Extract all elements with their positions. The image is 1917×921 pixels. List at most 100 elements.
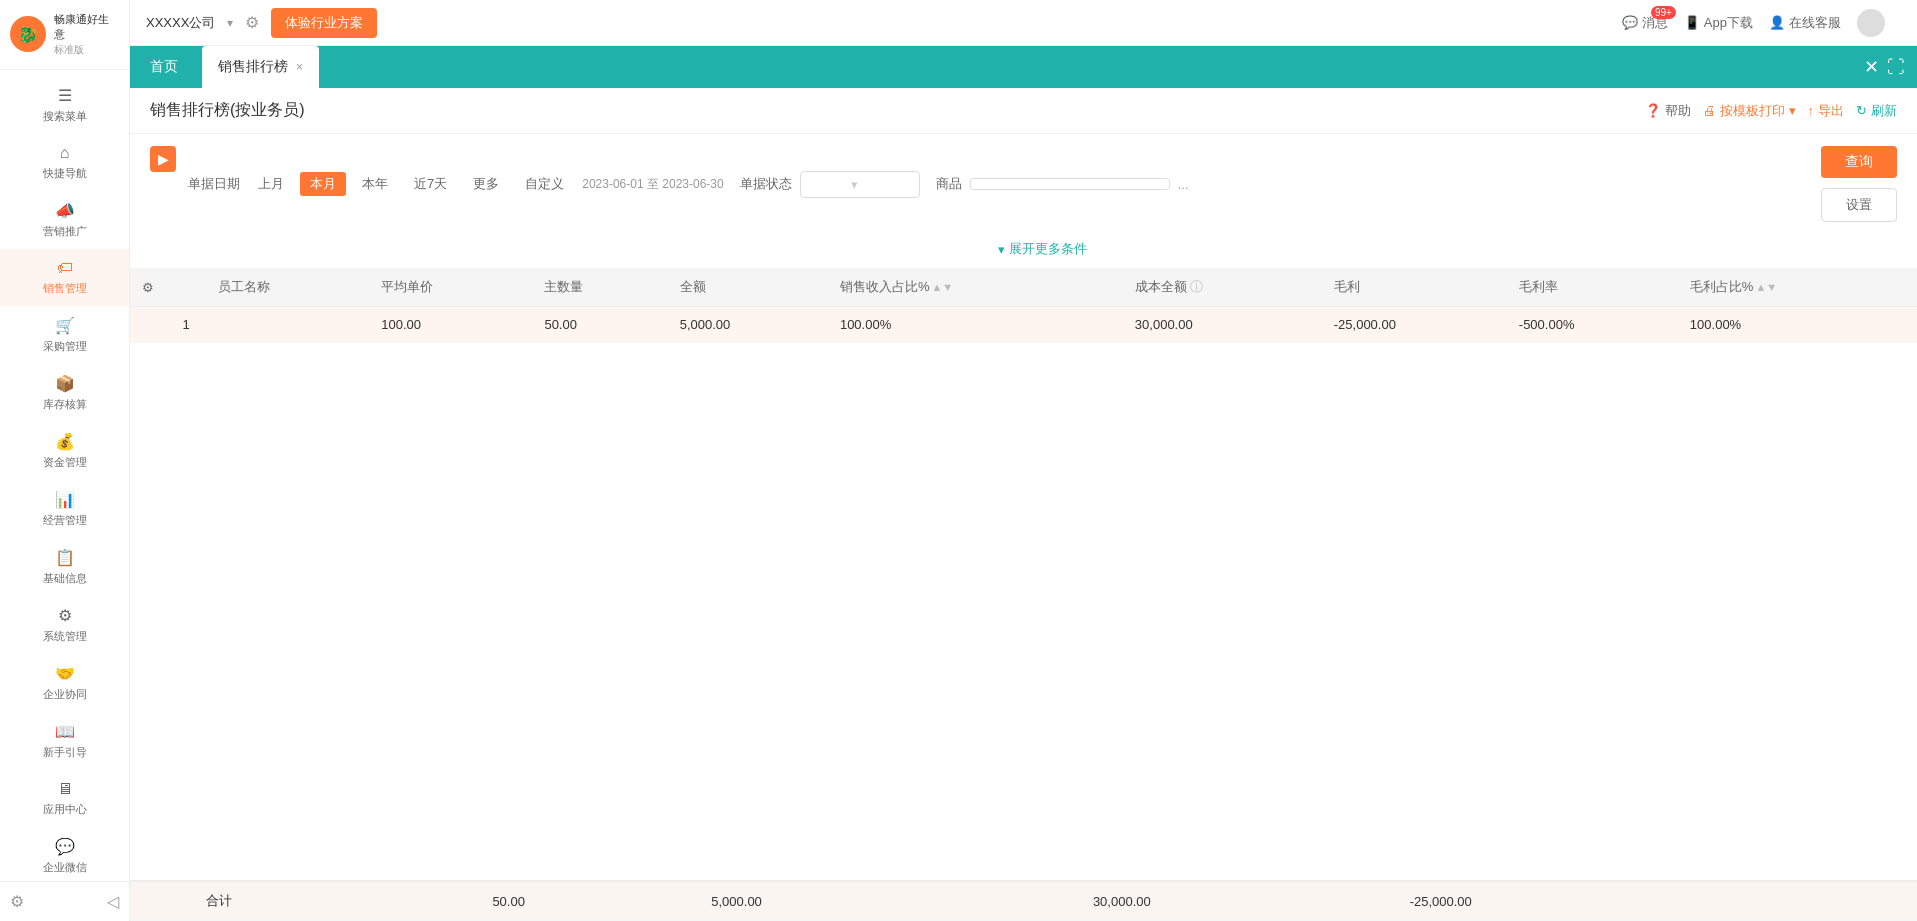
sidebar-item-basic[interactable]: 📋 基础信息 (0, 538, 129, 596)
date-label: 单据日期 (188, 175, 240, 193)
collapse-icon[interactable]: ◁ (107, 892, 119, 911)
export-label: 导出 (1818, 102, 1844, 120)
print-button[interactable]: 🖨 按模板打印 ▾ (1703, 102, 1796, 120)
more-button[interactable]: ... (1178, 177, 1189, 192)
message-icon: 💬 (1622, 15, 1638, 30)
row-profit-rate: -500.00% (1507, 307, 1678, 343)
date-option-thisyear[interactable]: 本年 (352, 172, 398, 196)
tab-maximize-button[interactable]: ⛶ (1887, 57, 1905, 78)
footer-amount: 5,000.00 (699, 882, 988, 921)
home-icon: ⌂ (60, 144, 70, 162)
row-main-qty: 50.00 (532, 307, 667, 343)
sidebar-item-search[interactable]: ☰ 搜索菜单 (0, 76, 129, 134)
marketing-icon: 📣 (55, 201, 75, 220)
online-service-link[interactable]: 👤 在线客服 (1769, 14, 1841, 32)
tab-close-icon[interactable]: × (296, 60, 303, 74)
sidebar-item-inventory[interactable]: 📦 库存核算 (0, 364, 129, 422)
company-dropdown-icon[interactable]: ▾ (227, 16, 233, 30)
footer-main-qty: 50.00 (480, 882, 699, 921)
logo-text-group: 畅康通好生意 标准版 (54, 12, 119, 57)
tab-close-window-button[interactable]: ✕ (1864, 56, 1879, 78)
col-header-amount: 全额 (668, 268, 828, 307)
goods-input[interactable] (970, 178, 1170, 190)
settings-button[interactable]: 设置 (1821, 188, 1897, 222)
sidebar-label-purchase: 采购管理 (43, 339, 87, 354)
expand-more-row: ▾ 展开更多条件 (188, 232, 1897, 258)
date-option-thismonth[interactable]: 本月 (300, 172, 346, 196)
sidebar-item-wechat[interactable]: 💬 企业微信 (0, 827, 129, 881)
experience-button[interactable]: 体验行业方案 (271, 8, 377, 38)
logo-sub-text: 标准版 (54, 43, 119, 57)
sidebar-label-basic: 基础信息 (43, 571, 87, 586)
sidebar-item-shortcut[interactable]: ⌂ 快捷导航 (0, 134, 129, 191)
expand-label: 展开更多条件 (1009, 240, 1087, 258)
expand-arrow-button[interactable]: ▶ (150, 146, 176, 172)
sidebar-item-sales[interactable]: 🏷 销售管理 (0, 249, 129, 306)
sidebar-item-purchase[interactable]: 🛒 采购管理 (0, 306, 129, 364)
col-header-profit-rate: 毛利率 (1507, 268, 1678, 307)
table-footer: 合计 50.00 5,000.00 30,000.00 -25,000.00 (130, 880, 1917, 921)
col-header-avg-price: 平均单价 (369, 268, 532, 307)
info-icon-cost: ⓘ (1190, 279, 1203, 294)
header-actions: ❓ 帮助 🖨 按模板打印 ▾ ↑ 导出 ↻ 刷新 (1645, 102, 1898, 120)
app-download-link[interactable]: 📱 App下载 (1684, 14, 1753, 32)
action-buttons: 查询 设置 (1821, 146, 1897, 222)
sidebar-nav: ☰ 搜索菜单 ⌂ 快捷导航 📣 营销推广 🏷 销售管理 🛒 采购管理 📦 库存核… (0, 70, 129, 881)
status-select[interactable]: ▾ (800, 171, 920, 198)
sales-icon: 🏷 (57, 259, 73, 277)
help-button[interactable]: ❓ 帮助 (1645, 102, 1691, 120)
goods-filter-group: 商品 ... (936, 175, 1189, 193)
sidebar: 🐉 畅康通好生意 标准版 ☰ 搜索菜单 ⌂ 快捷导航 📣 营销推广 🏷 销售管理… (0, 0, 130, 921)
logo-icon: 🐉 (10, 16, 46, 52)
sidebar-label-shortcut: 快捷导航 (43, 166, 87, 181)
sidebar-item-appstore[interactable]: 🖥 应用中心 (0, 770, 129, 827)
expand-chevron-icon: ▾ (998, 242, 1005, 257)
basic-icon: 📋 (55, 548, 75, 567)
topbar-gear-icon[interactable]: ⚙ (245, 13, 259, 32)
row-cost: 30,000.00 (1123, 307, 1322, 343)
inventory-icon: 📦 (55, 374, 75, 393)
date-option-more[interactable]: 更多 (463, 172, 509, 196)
date-option-lastmonth[interactable]: 上月 (248, 172, 294, 196)
sort-icon-sales: ▲▼ (931, 281, 953, 293)
sidebar-label-enterprise: 企业协同 (43, 687, 87, 702)
export-icon: ↑ (1808, 103, 1815, 118)
sidebar-item-enterprise[interactable]: 🤝 企业协同 (0, 654, 129, 712)
company-name: XXXXX公司 (146, 14, 215, 32)
operation-icon: 📊 (55, 490, 75, 509)
refresh-button[interactable]: ↻ 刷新 (1856, 102, 1897, 120)
sidebar-item-finance[interactable]: 💰 资金管理 (0, 422, 129, 480)
status-filter-group: 单据状态 ▾ (740, 171, 920, 198)
footer-profit-pct (1824, 882, 1917, 921)
sidebar-label-wechat: 企业微信 (43, 860, 87, 875)
sidebar-item-system[interactable]: ⚙ 系统管理 (0, 596, 129, 654)
help-icon: ❓ (1645, 103, 1661, 118)
sidebar-item-operation[interactable]: 📊 经营管理 (0, 480, 129, 538)
query-button[interactable]: 查询 (1821, 146, 1897, 178)
date-option-7days[interactable]: 近7天 (404, 172, 457, 196)
download-label: App下载 (1704, 14, 1753, 32)
tabs-right-actions: ✕ ⛶ (1864, 56, 1917, 78)
finance-icon: 💰 (55, 432, 75, 451)
tab-home[interactable]: 首页 (130, 46, 198, 88)
column-settings-icon[interactable]: ⚙ (142, 280, 154, 295)
sidebar-item-guide[interactable]: 📖 新手引导 (0, 712, 129, 770)
export-button[interactable]: ↑ 导出 (1808, 102, 1845, 120)
date-option-custom[interactable]: 自定义 (515, 172, 574, 196)
filter-groups: 单据日期 上月 本月 本年 近7天 更多 自定义 2023-06-01 至 20… (188, 146, 1897, 258)
expand-more-button[interactable]: ▾ 展开更多条件 (998, 240, 1087, 258)
sidebar-item-marketing[interactable]: 📣 营销推广 (0, 191, 129, 249)
col-header-sales-pct: 销售收入占比%▲▼ (828, 268, 1123, 307)
tab-sales-ranking[interactable]: 销售排行榜 × (202, 46, 319, 88)
sidebar-label-guide: 新手引导 (43, 745, 87, 760)
footer-cost: 30,000.00 (1081, 882, 1398, 921)
user-avatar[interactable] (1857, 9, 1885, 37)
settings-gear-icon[interactable]: ⚙ (10, 892, 24, 911)
guide-icon: 📖 (55, 722, 75, 741)
row-amount: 5,000.00 (668, 307, 828, 343)
table-row: 1 100.00 50.00 5,000.00 100.00% 30,000.0… (130, 307, 1917, 343)
page-title: 销售排行榜(按业务员) (150, 100, 305, 121)
message-area[interactable]: 💬 消息 99+ (1622, 14, 1668, 32)
footer-table: 合计 50.00 5,000.00 30,000.00 -25,000.00 (130, 881, 1917, 921)
row-name (206, 307, 369, 343)
